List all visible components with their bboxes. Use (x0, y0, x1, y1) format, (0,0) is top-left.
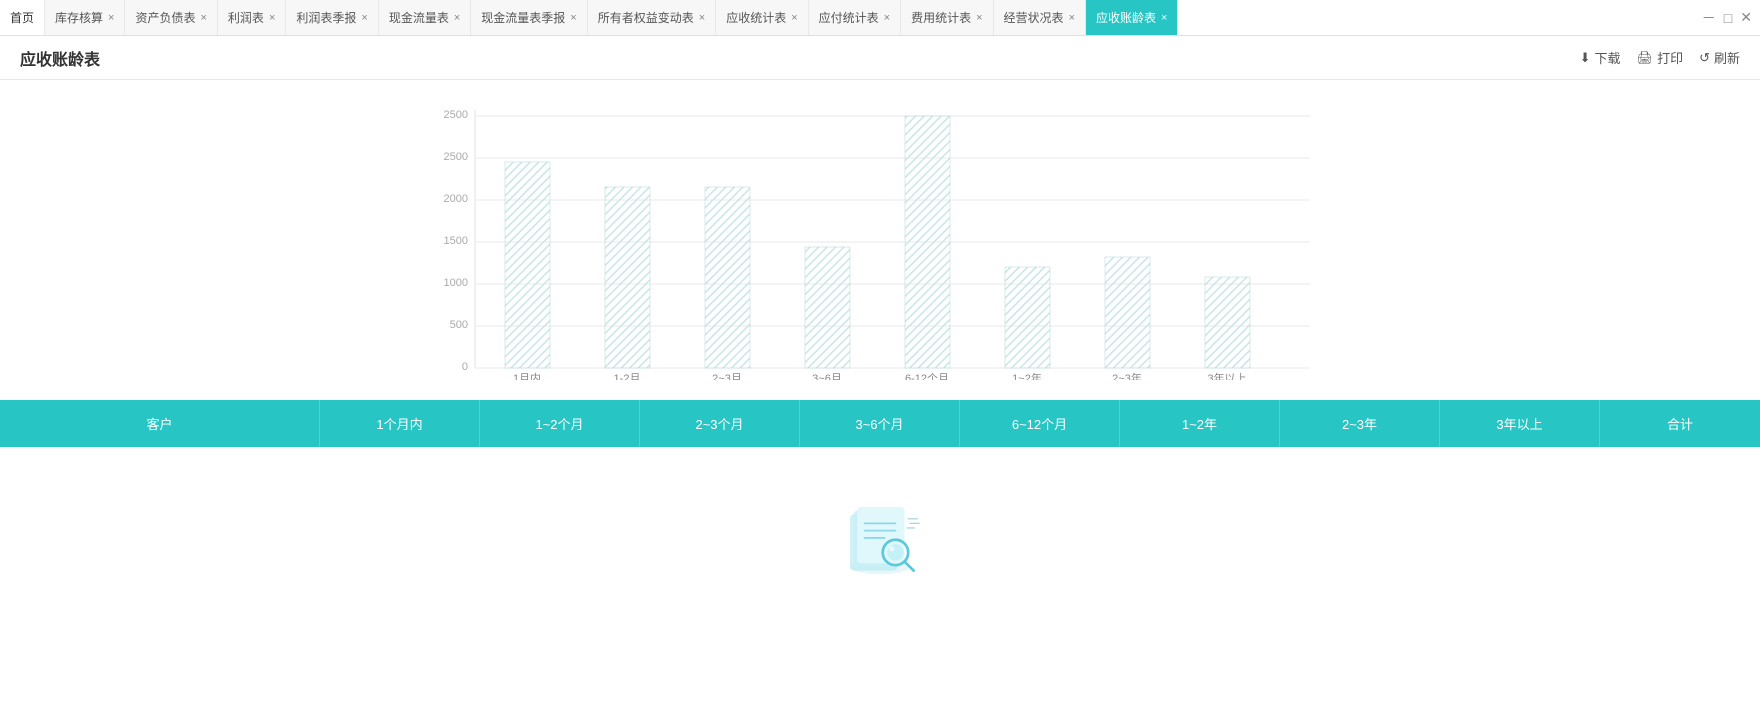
bar-3年以上 (1205, 277, 1250, 368)
tab-close-equity[interactable]: × (699, 12, 705, 24)
col-2-3month: 2~3个月 (640, 400, 800, 447)
tab-aging[interactable]: 应收账龄表 × (1086, 0, 1178, 35)
tab-balance-sheet[interactable]: 资产负债表 × (125, 0, 217, 35)
table-header: 客户 1个月内 1~2个月 2~3个月 3~6个月 6~12个月 1~2年 2~… (0, 400, 1760, 447)
tab-label-expense-stat: 费用统计表 (911, 9, 971, 26)
col-3-6month: 3~6个月 (800, 400, 960, 447)
svg-text:6-12个月: 6-12个月 (905, 372, 949, 380)
tab-close-cashflow-quarterly[interactable]: × (570, 12, 576, 24)
tab-label-cashflow-quarterly: 现金流量表季报 (481, 9, 565, 26)
tab-close-operation[interactable]: × (1069, 12, 1075, 24)
svg-text:3年以上: 3年以上 (1207, 371, 1246, 380)
print-label: 打印 (1657, 48, 1683, 67)
svg-text:500: 500 (450, 319, 468, 331)
bar-2~3月 (705, 187, 750, 368)
tab-label-equity: 所有者权益变动表 (598, 9, 694, 26)
page-header: 应收账龄表 ⬇ 下载 🖨 打印 ↺ 刷新 (0, 36, 1760, 80)
svg-text:2000: 2000 (444, 193, 468, 205)
page-actions: ⬇ 下载 🖨 打印 ↺ 刷新 (1580, 48, 1740, 67)
bar-2~3年 (1105, 257, 1150, 368)
tab-payable-stat[interactable]: 应付统计表 × (809, 0, 901, 35)
tab-bar-inner: 首页库存核算×资产负债表×利润表×利润表季报×现金流量表×现金流量表季报×所有者… (0, 0, 1694, 35)
svg-text:1000: 1000 (444, 277, 468, 289)
window-controls: － □ ✕ (1694, 8, 1760, 28)
download-icon: ⬇ (1580, 50, 1591, 66)
close-button[interactable]: ✕ (1740, 9, 1752, 26)
svg-text:2~3年: 2~3年 (1112, 371, 1142, 380)
tab-label-aging: 应收账龄表 (1096, 9, 1156, 26)
tab-cashflow-quarterly[interactable]: 现金流量表季报 × (471, 0, 587, 35)
chart-area: 0 500 1000 1500 2000 2500 2500 (0, 80, 1760, 400)
tab-close-payable-stat[interactable]: × (884, 12, 890, 24)
col-customer: 客户 (0, 400, 320, 447)
tab-close-profit-quarterly[interactable]: × (361, 12, 367, 24)
col-1-2month: 1~2个月 (480, 400, 640, 447)
tab-home[interactable]: 首页 (0, 0, 45, 35)
col-1-2year: 1~2年 (1120, 400, 1280, 447)
svg-text:1月内: 1月内 (513, 371, 541, 380)
tab-close-aging[interactable]: × (1161, 12, 1167, 24)
refresh-button[interactable]: ↺ 刷新 (1699, 48, 1740, 67)
print-icon: 🖨 (1637, 50, 1654, 66)
maximize-button[interactable]: □ (1724, 10, 1732, 26)
bar-1~2年 (1005, 267, 1050, 368)
tab-profit-quarterly[interactable]: 利润表季报 × (286, 0, 378, 35)
col-3year-plus: 3年以上 (1440, 400, 1600, 447)
tab-cashflow[interactable]: 现金流量表 × (379, 0, 471, 35)
refresh-label: 刷新 (1714, 48, 1740, 67)
tab-label-home: 首页 (10, 9, 34, 26)
svg-text:1~2年: 1~2年 (1012, 371, 1042, 380)
tab-profit[interactable]: 利润表 × (218, 0, 286, 35)
empty-document-icon (830, 487, 930, 587)
tab-expense-stat[interactable]: 费用统计表 × (901, 0, 993, 35)
tab-close-expense-stat[interactable]: × (976, 12, 982, 24)
svg-text:2~3月: 2~3月 (712, 373, 742, 380)
tab-close-cashflow[interactable]: × (454, 12, 460, 24)
tab-close-receivable-stat[interactable]: × (791, 12, 797, 24)
tab-close-profit[interactable]: × (269, 12, 275, 24)
svg-text:1-2月: 1-2月 (614, 373, 641, 380)
tab-label-profit-quarterly: 利润表季报 (296, 9, 356, 26)
col-6-12month: 6~12个月 (960, 400, 1120, 447)
bar-6-12个月 (905, 116, 950, 368)
tab-label-receivable-stat: 应收统计表 (726, 9, 786, 26)
tab-close-balance-sheet[interactable]: × (200, 12, 206, 24)
tab-equity[interactable]: 所有者权益变动表 × (588, 0, 716, 35)
bar-1月内 (505, 162, 550, 368)
bar-1-2月 (605, 187, 650, 368)
col-2-3year: 2~3年 (1280, 400, 1440, 447)
main-content: 0 500 1000 1500 2000 2500 2500 (0, 80, 1760, 720)
svg-text:0: 0 (462, 361, 468, 373)
tab-inventory[interactable]: 库存核算 × (45, 0, 125, 35)
tab-label-profit: 利润表 (228, 9, 264, 26)
tab-close-inventory[interactable]: × (108, 12, 114, 24)
tab-operation[interactable]: 经营状况表 × (994, 0, 1086, 35)
bar-3~6月 (805, 247, 850, 368)
tab-label-cashflow: 现金流量表 (389, 9, 449, 26)
svg-text:3~6月: 3~6月 (812, 373, 842, 380)
chart-svg-container: 0 500 1000 1500 2000 2500 2500 (30, 100, 1730, 380)
tab-label-balance-sheet: 资产负债表 (135, 9, 195, 26)
download-label: 下载 (1595, 48, 1621, 67)
svg-text:2500: 2500 (444, 151, 468, 163)
tab-label-payable-stat: 应付统计表 (819, 9, 879, 26)
col-total: 合计 (1600, 400, 1760, 447)
empty-state (0, 447, 1760, 627)
page-title: 应收账龄表 (20, 46, 100, 70)
bar-chart: 0 500 1000 1500 2000 2500 2500 (430, 100, 1330, 380)
tab-bar: 首页库存核算×资产负债表×利润表×利润表季报×现金流量表×现金流量表季报×所有者… (0, 0, 1760, 36)
tab-label-operation: 经营状况表 (1004, 9, 1064, 26)
refresh-icon: ↺ (1699, 50, 1710, 66)
print-button[interactable]: 🖨 打印 (1637, 48, 1684, 67)
download-button[interactable]: ⬇ 下载 (1580, 48, 1621, 67)
svg-text:2500: 2500 (444, 109, 468, 121)
svg-text:1500: 1500 (444, 235, 468, 247)
col-1month: 1个月内 (320, 400, 480, 447)
tab-label-inventory: 库存核算 (55, 9, 103, 26)
minimize-button[interactable]: － (1702, 8, 1716, 28)
tab-receivable-stat[interactable]: 应收统计表 × (716, 0, 808, 35)
